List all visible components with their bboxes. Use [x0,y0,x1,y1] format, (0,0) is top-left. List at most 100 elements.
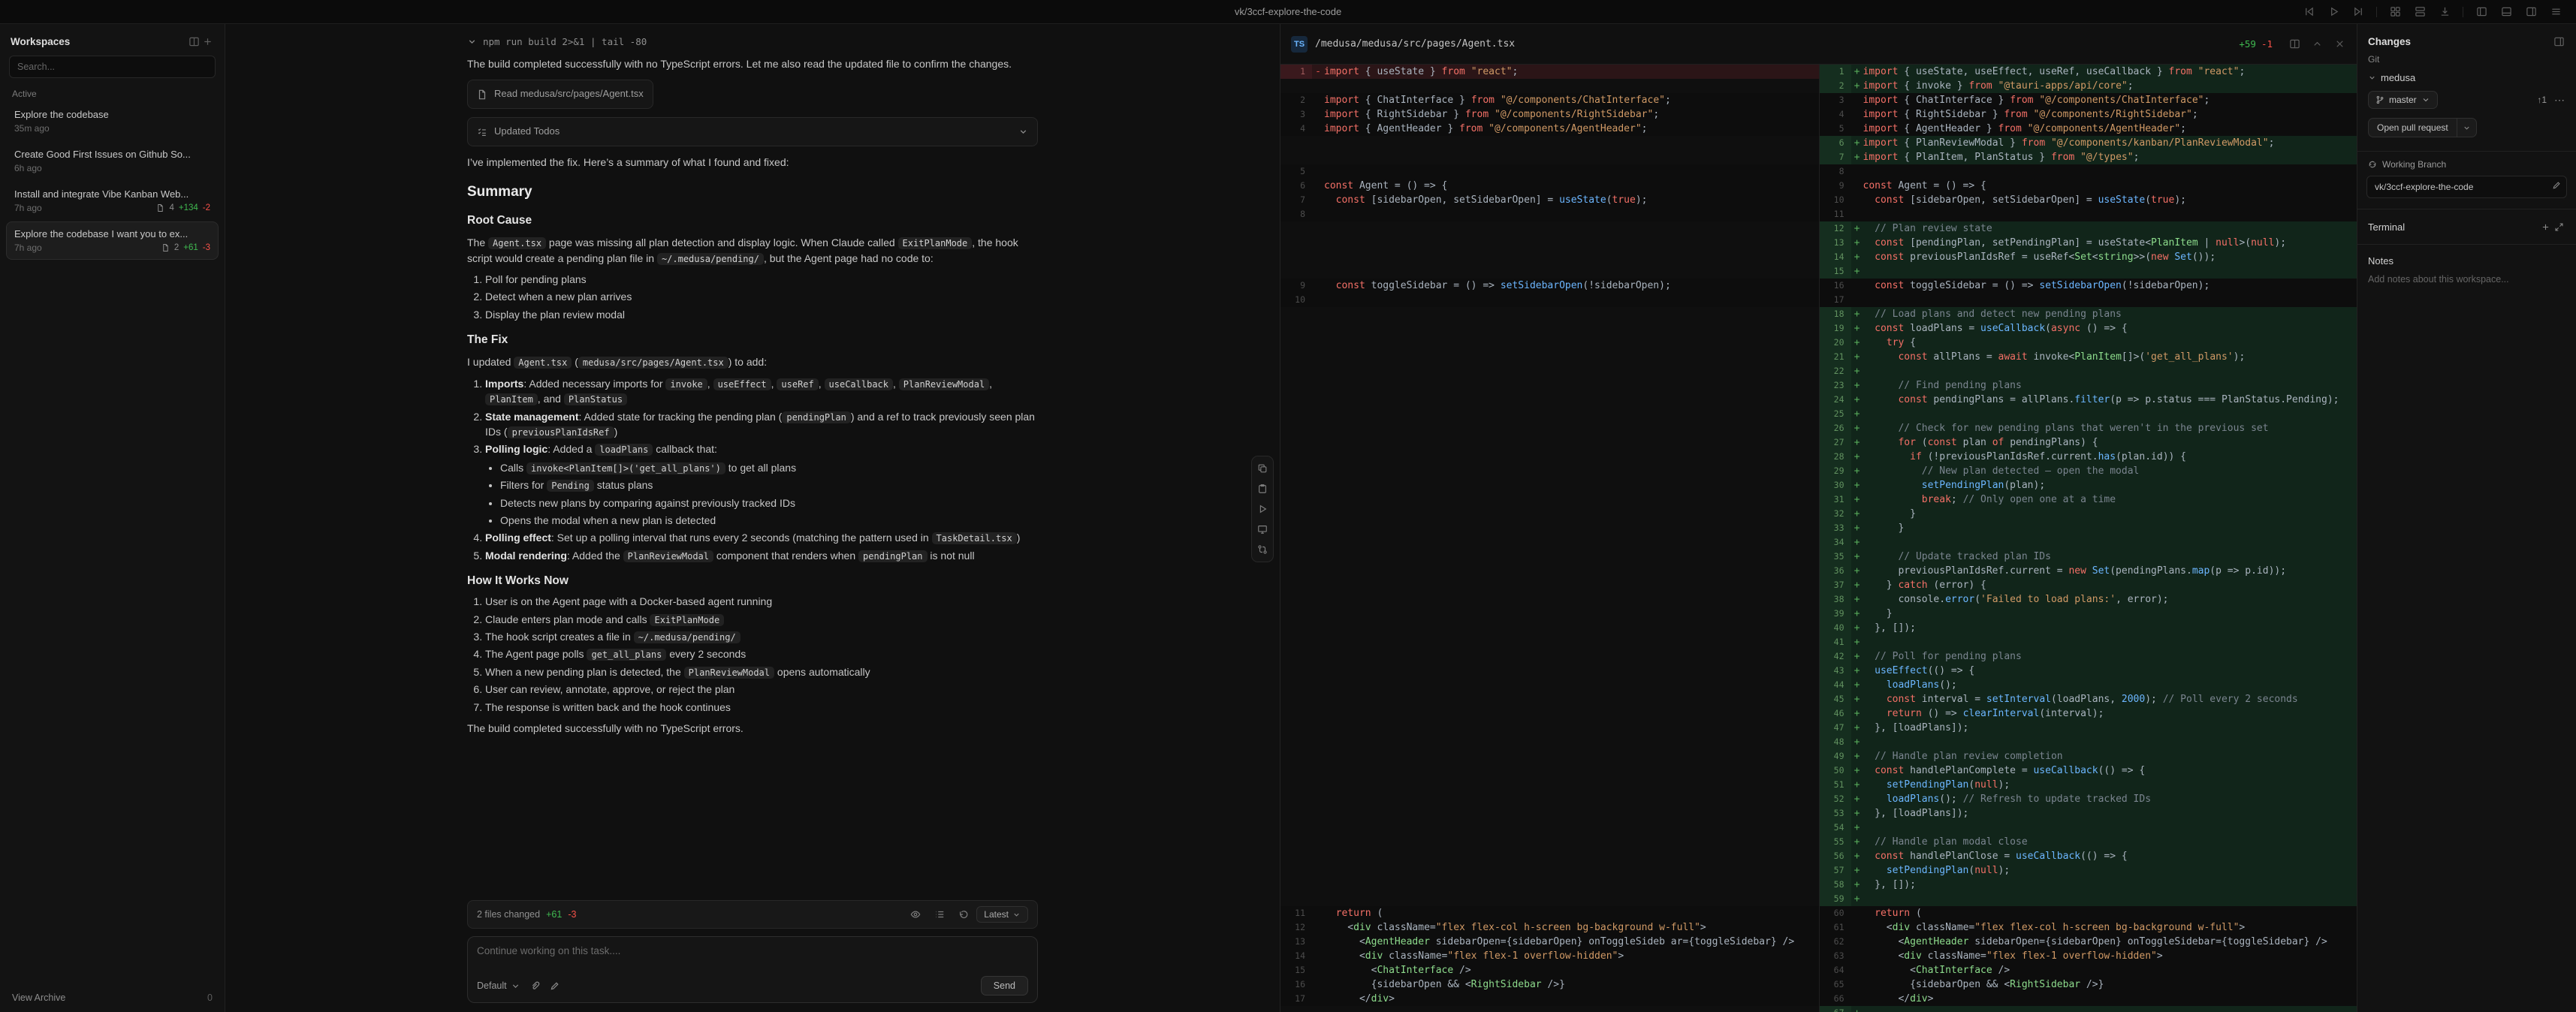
text: , [893,378,899,390]
list-item: Display the plan review modal [485,307,1038,322]
eye-icon[interactable] [909,908,922,921]
diff-line [1280,607,1819,621]
model-selector-label: Default [477,980,507,991]
diff-line [1280,336,1819,350]
expand-terminal-icon[interactable] [2552,220,2565,233]
text: : Added the [567,550,623,562]
diff-line [1280,450,1819,464]
inline-code: Pending [547,480,594,492]
workspaces-sidebar: Workspaces Active Explore the codebase35… [0,24,225,1012]
base-branch-selector[interactable]: master [2368,91,2438,109]
workspace-item[interactable]: Explore the codebase35m ago [6,102,219,140]
chevron-down-icon [467,37,477,47]
menu-icon[interactable] [2549,5,2562,19]
conversation-scroll-area[interactable]: npm run build 2>&1 | tail -80The build c… [225,24,1280,894]
inline-code: TaskDetail.tsx [932,532,1017,544]
message-input-box[interactable]: Default Send [467,936,1038,1003]
version-dropdown[interactable]: Latest [976,906,1028,923]
list-item: The hook script creates a file in ~/.med… [485,629,1038,644]
notes-placeholder[interactable]: Add notes about this workspace... [2357,271,2576,288]
text: When a new pending plan is detected, the [485,666,684,678]
card-label: Updated Todos [494,125,560,139]
workspace-title: Create Good First Issues on Github So... [14,149,210,160]
view-archive-row[interactable]: View Archive 0 [0,983,225,1012]
diff-line: 47+ }, [loadPlans]); [1820,721,2357,735]
workspace-item[interactable]: Create Good First Issues on Github So...… [6,142,219,180]
bold-text: Polling logic [485,443,547,455]
collapse-panel-icon[interactable] [2552,35,2565,48]
inline-code: pendingPlan [782,411,850,423]
download-icon[interactable] [2438,5,2451,19]
working-branch-input[interactable] [2366,176,2567,198]
play-icon[interactable] [1256,502,1269,516]
list-item: State management: Added state for tracki… [485,409,1038,440]
media-skip-back-icon[interactable] [2302,5,2315,19]
model-selector[interactable]: Default [477,980,520,991]
repo-row[interactable]: medusa [2357,69,2576,86]
copy-icon[interactable] [1256,462,1269,475]
section-heading: The Fix [467,332,1038,348]
diff-line [1280,821,1819,835]
diff-additions: +59 [2239,38,2256,50]
notes-section-header[interactable]: Notes [2357,251,2576,271]
text: , and [538,393,564,405]
git-compare-icon[interactable] [1256,543,1269,556]
window-title: vk/3ccf-explore-the-code [1235,6,1341,17]
media-skip-forward-icon[interactable] [2351,5,2365,19]
read-file-card[interactable]: Read medusa/src/pages/Agent.tsx [467,80,653,109]
diff-line [1280,236,1819,250]
undo-icon[interactable] [957,908,970,921]
list-item: Polling logic: Added a loadPlans callbac… [485,441,1038,528]
message-actions-toolbar [1251,456,1274,562]
panel-bottom-icon[interactable] [2499,5,2513,19]
diff-body[interactable]: 1-import { useState } from "react";2 imp… [1280,65,2357,1012]
attachment-icon[interactable] [530,981,540,991]
workspace-timestamp: 7h ago [14,203,42,213]
split-columns-icon[interactable] [2288,38,2301,51]
tool-command-text: npm run build 2>&1 | tail -80 [483,36,647,47]
todos-card[interactable]: Updated Todos [467,117,1038,146]
new-workspace-icon[interactable] [201,35,214,48]
pr-dropdown-caret[interactable] [2457,119,2476,137]
workspace-item[interactable]: Install and integrate Vibe Kanban Web...… [6,182,219,220]
edit-pen-icon[interactable] [550,981,560,991]
text: status plans [594,479,653,491]
version-dropdown-label: Latest [984,909,1009,920]
panel-right-icon[interactable] [2524,5,2538,19]
composer-area: 2 files changed +61 -3 Latest Default [467,894,1038,1012]
new-terminal-icon[interactable] [2538,220,2552,233]
ordered-list: User is on the Agent page with a Docker-… [467,594,1038,714]
diff-line: 19+ const loadPlans = useCallback(async … [1820,321,2357,336]
panel-left-icon[interactable] [2475,5,2488,19]
diff-line [1280,307,1819,321]
close-diff-icon[interactable] [2333,38,2346,51]
workspace-timestamp: 35m ago [14,123,50,134]
split-view-icon[interactable] [187,35,201,48]
files-changed-bar[interactable]: 2 files changed +61 -3 Latest [467,900,1038,929]
monitor-icon[interactable] [1256,523,1269,536]
more-options-icon[interactable]: ⋯ [2554,94,2565,107]
media-play-icon[interactable] [2327,5,2340,19]
workspace-item[interactable]: Explore the codebase I want you to ex...… [6,221,219,260]
diff-line [1280,521,1819,535]
clipboard-icon[interactable] [1256,482,1269,495]
layout-grid-icon[interactable] [2388,5,2402,19]
diff-line: 54+ [1820,821,2357,835]
diff-line: 56+ const handlePlanClose = useCallback(… [1820,849,2357,863]
diff-list-icon[interactable] [933,908,946,921]
workspace-search-input[interactable] [9,56,216,78]
chevron-up-icon[interactable] [2310,38,2324,51]
rows-icon[interactable] [2413,5,2427,19]
open-pull-request-action[interactable]: Open pull request [2369,119,2457,137]
diff-line: 3 import { RightSidebar } from "@/compon… [1280,107,1819,122]
diff-line: 67+ [1820,1006,2357,1012]
diff-old-column: 1-import { useState } from "react";2 imp… [1280,65,1819,1012]
text: I updated [467,356,514,368]
diff-line: 2+import { invoke } from "@tauri-apps/ap… [1820,79,2357,93]
message-input[interactable] [477,945,1028,969]
inline-code: PlanReviewModal [899,378,989,390]
send-button[interactable]: Send [981,976,1028,995]
edit-branch-icon[interactable] [2552,181,2561,190]
terminal-section-header[interactable]: Terminal [2357,215,2576,238]
tool-command-row[interactable]: npm run build 2>&1 | tail -80 [467,36,1038,47]
